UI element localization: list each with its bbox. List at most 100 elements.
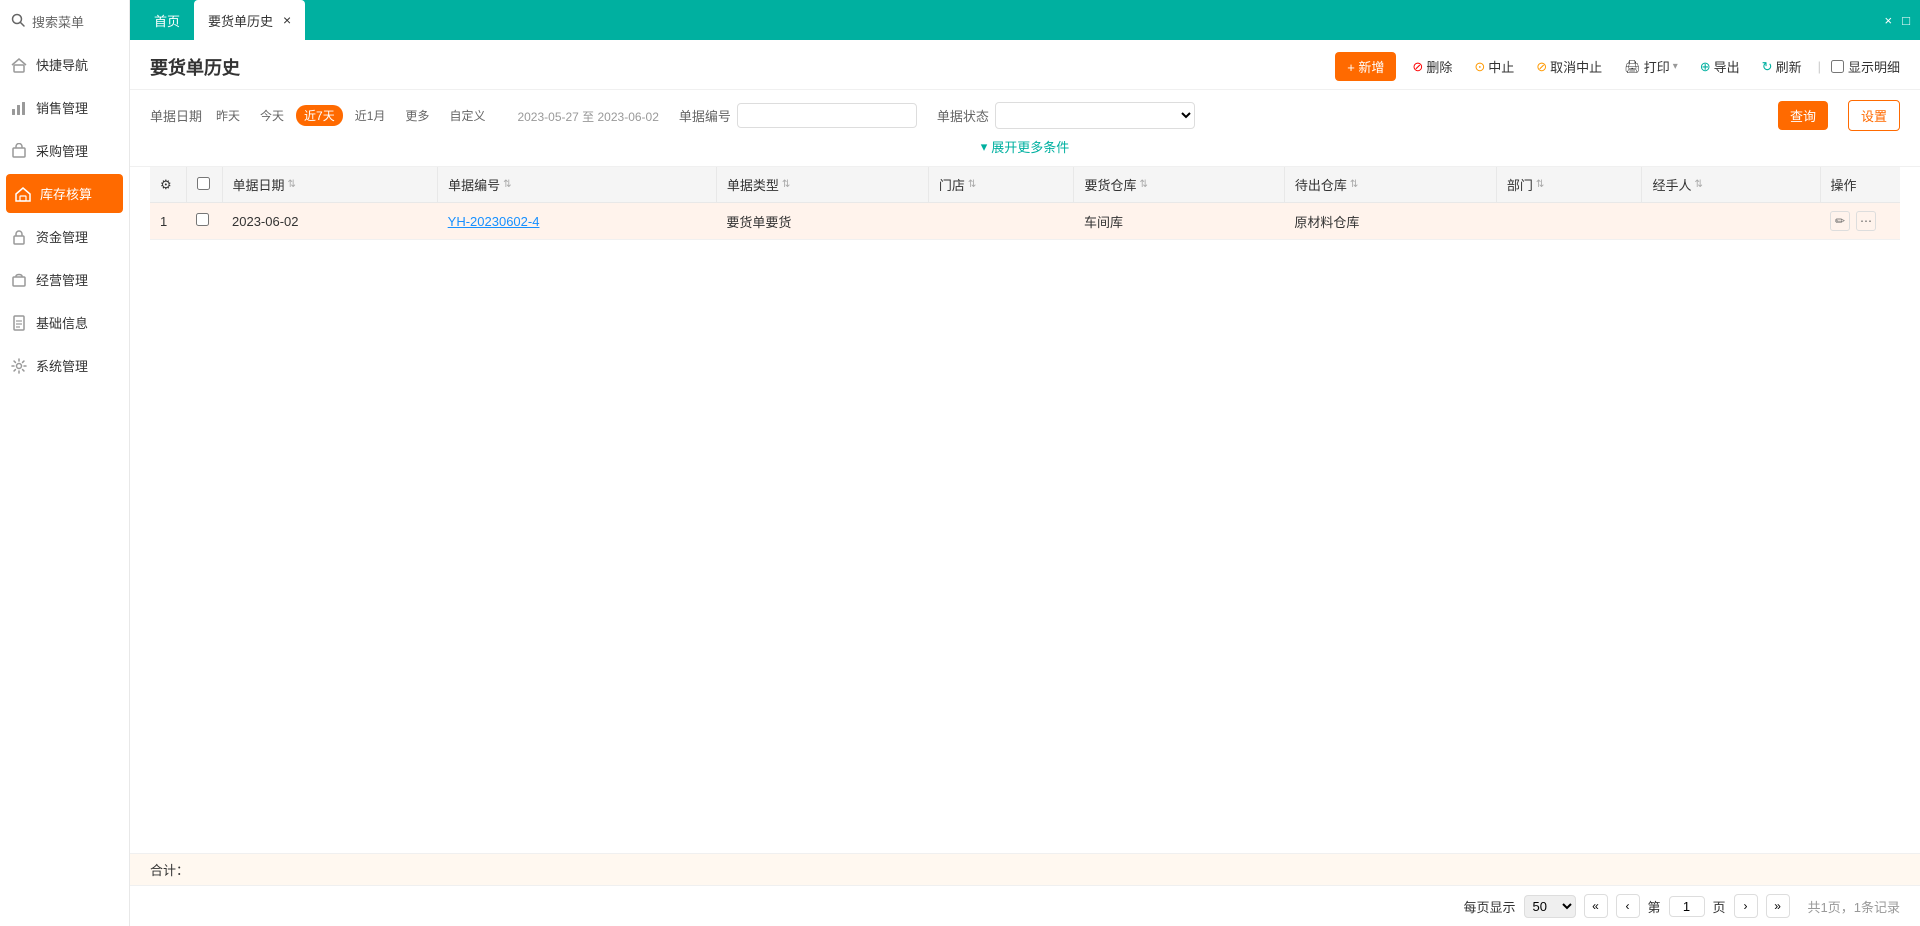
sidebar-item-purchase[interactable]: 采购管理	[0, 129, 129, 172]
display-detail-checkbox[interactable]	[1831, 60, 1844, 73]
sidebar-item-label: 库存核算	[40, 184, 92, 203]
sidebar-item-basic[interactable]: 基础信息	[0, 301, 129, 344]
sidebar-item-label: 系统管理	[36, 356, 88, 375]
first-page-btn[interactable]: «	[1584, 894, 1608, 918]
last-page-btn[interactable]: »	[1766, 894, 1790, 918]
date-btn-custom[interactable]: 自定义	[441, 105, 493, 126]
box-icon	[10, 142, 28, 160]
row-index: 1	[150, 203, 186, 240]
suspend-icon: ⊙	[1474, 59, 1485, 75]
sidebar-item-system[interactable]: 系统管理	[0, 344, 129, 387]
expand-more-icon: ▾	[981, 139, 988, 155]
row-store	[928, 203, 1074, 240]
page-suffix: 页	[1713, 897, 1726, 916]
sidebar-item-operations[interactable]: 经营管理	[0, 258, 129, 301]
sidebar-search-label: 搜索菜单	[32, 12, 84, 31]
sidebar: 搜索菜单 快捷导航 销售管理 采购管理 库存核算 资金管理 经营管理	[0, 0, 130, 926]
sidebar-item-inventory[interactable]: 库存核算	[6, 174, 123, 213]
edit-action-icon[interactable]: ✏	[1830, 211, 1850, 231]
sidebar-item-label: 销售管理	[36, 98, 88, 117]
toolbar: + 新增 ⊘ 删除 ⊙ 中止 ⊘ 取消中止 🖨 打印 ▾	[1335, 52, 1900, 81]
sidebar-item-label: 基础信息	[36, 313, 88, 332]
date-btn-yesterday[interactable]: 昨天	[208, 105, 248, 126]
row-department	[1496, 203, 1642, 240]
next-page-btn[interactable]: ›	[1734, 894, 1758, 918]
th-doc-date: 单据日期⇅	[222, 167, 438, 203]
home-tab-label: 首页	[154, 11, 180, 30]
row-select-checkbox[interactable]	[196, 213, 209, 226]
row-doc-number[interactable]: YH-20230602-4	[438, 203, 717, 240]
date-btn-last1month[interactable]: 近1月	[347, 105, 394, 126]
date-range-display: 2023-05-27 至 2023-06-02	[517, 106, 658, 125]
date-filter-buttons: 昨天 今天 近7天 近1月 更多 自定义	[208, 105, 493, 126]
more-action-icon[interactable]: ⋯	[1856, 211, 1876, 231]
prev-page-btn[interactable]: ‹	[1616, 894, 1640, 918]
tab-requisition-history[interactable]: 要货单历史 ×	[194, 0, 305, 40]
sidebar-item-label: 资金管理	[36, 227, 88, 246]
filter-group-date: 单据日期 昨天 今天 近7天 近1月 更多 自定义	[150, 105, 493, 126]
th-handler: 经手人⇅	[1642, 167, 1820, 203]
print-button[interactable]: 🖨 打印 ▾	[1618, 53, 1684, 80]
sidebar-item-label: 采购管理	[36, 141, 88, 160]
doc-status-select[interactable]	[995, 102, 1195, 129]
export-button[interactable]: ⊕ 导出	[1694, 53, 1746, 80]
page-number-input[interactable]	[1669, 896, 1705, 917]
search-icon	[10, 12, 26, 31]
query-button[interactable]: 查询	[1778, 101, 1828, 130]
requisition-tab-label: 要货单历史	[208, 11, 273, 30]
row-handler	[1642, 203, 1820, 240]
date-btn-more[interactable]: 更多	[397, 105, 437, 126]
topbar-right: × □	[1885, 13, 1910, 28]
sort-icon: ⇅	[1694, 179, 1702, 190]
sidebar-item-label: 经营管理	[36, 270, 88, 289]
main-area: 首页 要货单历史 × × □ 要货单历史 + 新增 ⊘ 删除 ⊙ 中止	[130, 0, 1920, 926]
total-label: 合计：	[150, 863, 189, 878]
expand-more[interactable]: ▾ 展开更多条件	[150, 137, 1900, 156]
settings-gear-icon: ⚙	[160, 177, 172, 192]
th-doc-number: 单据编号⇅	[438, 167, 717, 203]
tab-home[interactable]: 首页	[140, 0, 194, 40]
sidebar-search[interactable]: 搜索菜单	[0, 0, 129, 43]
toolbar-divider: |	[1818, 59, 1821, 74]
refresh-button[interactable]: ↻ 刷新	[1756, 53, 1808, 80]
th-doc-type: 单据类型⇅	[716, 167, 928, 203]
delete-button[interactable]: ⊘ 删除	[1406, 53, 1458, 80]
select-all-checkbox[interactable]	[197, 177, 210, 190]
th-req-warehouse: 要货仓库⇅	[1074, 167, 1284, 203]
filter-area: 单据日期 昨天 今天 近7天 近1月 更多 自定义 2023-05-27 至 2…	[130, 90, 1920, 167]
filter-row-1: 单据日期 昨天 今天 近7天 近1月 更多 自定义 2023-05-27 至 2…	[150, 100, 1900, 131]
page-label: 第	[1648, 897, 1661, 916]
sort-icon: ⇅	[288, 179, 296, 190]
topbar-maximize-btn[interactable]: □	[1902, 13, 1910, 28]
home-icon	[10, 56, 28, 74]
data-table: ⚙ 单据日期⇅ 单据编号⇅ 单据类型⇅	[150, 167, 1900, 240]
row-pending-warehouse: 原材料仓库	[1284, 203, 1496, 240]
topbar-close-btn[interactable]: ×	[1885, 13, 1893, 28]
date-btn-last7days[interactable]: 近7天	[296, 105, 343, 126]
filter-group-docnumber: 单据编号	[679, 103, 917, 128]
per-page-select[interactable]: 50 20 100	[1524, 895, 1576, 918]
sidebar-item-label: 快捷导航	[36, 55, 88, 74]
table-header-row: ⚙ 单据日期⇅ 单据编号⇅ 单据类型⇅	[150, 167, 1900, 203]
close-tab-icon[interactable]: ×	[283, 12, 291, 28]
th-store: 门店⇅	[928, 167, 1074, 203]
sort-icon: ⇅	[1139, 179, 1147, 190]
sidebar-item-finance[interactable]: 资金管理	[0, 215, 129, 258]
settings-button[interactable]: 设置	[1848, 100, 1900, 131]
print-icon: 🖨	[1624, 59, 1641, 75]
doc-number-input[interactable]	[737, 103, 917, 128]
sidebar-item-sales[interactable]: 销售管理	[0, 86, 129, 129]
cancel-suspend-button[interactable]: ⊘ 取消中止	[1530, 53, 1608, 80]
th-settings[interactable]: ⚙	[150, 167, 186, 203]
suspend-button[interactable]: ⊙ 中止	[1468, 53, 1520, 80]
date-btn-today[interactable]: 今天	[252, 105, 292, 126]
lock-icon	[10, 228, 28, 246]
row-actions: ✏ ⋯	[1820, 203, 1900, 240]
total-info: 共1页，1条记录	[1808, 897, 1900, 916]
sidebar-item-quick-nav[interactable]: 快捷导航	[0, 43, 129, 86]
sort-icon: ⇅	[503, 179, 511, 190]
display-detail-toggle[interactable]: 显示明细	[1831, 57, 1900, 76]
print-dropdown-icon: ▾	[1673, 61, 1678, 72]
new-button[interactable]: + 新增	[1335, 52, 1396, 81]
sort-icon: ⇅	[1350, 179, 1358, 190]
